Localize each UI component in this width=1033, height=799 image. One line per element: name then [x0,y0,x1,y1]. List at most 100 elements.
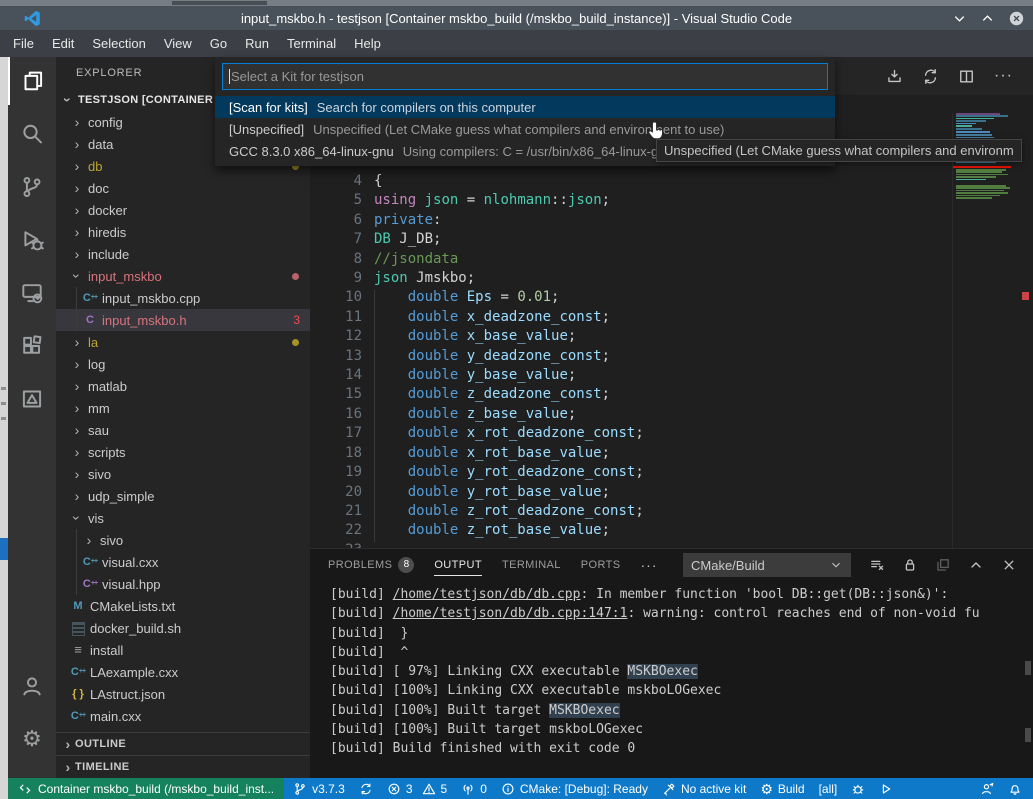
code-text: double y_rot_deadzone_const; [407,464,644,481]
tree-folder-include[interactable]: › include [56,243,310,265]
menu-run[interactable]: Run [236,30,278,57]
statusbar-git-branch-version[interactable]: v3.7.3 [286,778,352,799]
titlebar[interactable]: input_mskbo.h - testjson [Container mskb… [0,6,1033,30]
clear-output-icon[interactable] [869,557,885,573]
minimap[interactable] [952,113,1015,548]
tree-folder-mm[interactable]: › mm [56,397,310,419]
statusbar-cmake-status[interactable]: CMake: [Debug]: Ready [494,778,655,799]
tree-file-visual.hpp[interactable]: C++ visual.hpp [56,573,310,595]
minimap-error-line [953,166,1011,168]
activitybar-cmake[interactable] [8,375,56,423]
open-in-editor-icon[interactable] [935,557,951,573]
statusbar-ports-forwarded[interactable]: 0 [454,778,494,799]
lock-icon[interactable] [902,557,918,573]
tree-item-label: sivo [88,466,112,482]
tree-folder-matlab[interactable]: › matlab [56,375,310,397]
section-outline[interactable]: › OUTLINE [56,732,310,755]
statusbar-cmake-kit[interactable]: No active kit [655,778,753,799]
menu-go[interactable]: Go [201,30,236,57]
tree-item-label: udp_simple [88,488,155,504]
menu-help[interactable]: Help [345,30,390,57]
quickpick-item[interactable]: [Scan for kits] Search for compilers on t… [215,96,835,118]
tree-file-main.cxx[interactable]: C++ main.cxx [56,705,310,727]
minimap-line [956,169,1006,171]
tree-folder-sivo[interactable]: › sivo [56,463,310,485]
tab-problems[interactable]: PROBLEMS 8 [328,549,415,580]
panel-more-tabs[interactable]: ··· [641,549,658,580]
tree-file-LAstruct.json[interactable]: { } LAstruct.json [56,683,310,705]
statusbar-cmake-target[interactable]: [all] [812,778,845,799]
background-window-accent [0,538,8,560]
activitybar-explorer[interactable] [8,57,56,105]
statusbar-feedback[interactable] [973,778,1001,799]
menu-terminal[interactable]: Terminal [278,30,345,57]
minimize-button[interactable] [952,11,967,26]
tree-file-visual.cxx[interactable]: C++ visual.cxx [56,551,310,573]
statusbar-error-count[interactable]: 3 [380,778,415,799]
tree-file-CMakeLists.txt[interactable]: M CMakeLists.txt [56,595,310,617]
tab-ports[interactable]: PORTS [581,549,621,580]
tree-folder-docker[interactable]: › docker [56,199,310,221]
code-line: 16 double z_base_value; [310,405,950,424]
chevron-right-icon: › [74,180,80,196]
activitybar-remote-explorer[interactable] [8,269,56,317]
quickpick-input[interactable]: Select a Kit for testjson [222,63,828,90]
tree-file-input_mskbo.cpp[interactable]: C++ input_mskbo.cpp [56,287,310,309]
tree-folder-la[interactable]: › la [56,331,310,353]
statusbar-sync-changes[interactable] [352,778,380,799]
tree-item-label: log [88,356,106,372]
activitybar-search[interactable] [8,110,56,158]
tree-folder-sau[interactable]: › sau [56,419,310,441]
panel-scrollbar[interactable] [1025,661,1031,675]
panel-scrollbar[interactable] [1025,728,1031,742]
activitybar-settings[interactable]: ⚙ [8,715,56,763]
split-editor-icon[interactable] [958,68,975,85]
tab-output[interactable]: OUTPUT [434,549,482,580]
code-view[interactable]: 4{5 using json = nlohmann::json; 6 private:… [310,172,950,548]
download-icon[interactable] [886,68,903,85]
tree-file-LAexample.cxx[interactable]: C++ LAexample.cxx [56,661,310,683]
cpp-purple-file-icon: C++ [82,578,98,590]
menu-view[interactable]: View [155,30,201,57]
statusbar-notifications[interactable] [1001,778,1029,799]
tree-folder-hiredis[interactable]: › hiredis [56,221,310,243]
menu-edit[interactable]: Edit [43,30,83,57]
tree-folder-doc[interactable]: › doc [56,177,310,199]
menu-file[interactable]: File [4,30,43,57]
tree-file-install[interactable]: ≡ install [56,639,310,661]
gear-icon: ⚙ [760,780,773,797]
open-changes-icon[interactable] [922,68,939,85]
activitybar-run-debug[interactable] [8,216,56,264]
tree-file-docker_build.sh[interactable]: docker_build.sh [56,617,310,639]
code-text: json Jmskbo; [374,270,476,287]
activitybar-account[interactable] [8,662,56,710]
tab-terminal[interactable]: TERMINAL [502,549,561,580]
tree-folder-log[interactable]: › log [56,353,310,375]
tree-item-label: visual.hpp [102,576,161,592]
tree-folder-scripts[interactable]: › scripts [56,441,310,463]
quickpick-item[interactable]: [Unspecified] Unspecified (Let CMake gues… [215,118,835,140]
file-tree: › config › data › db › doc › docker › hiredis › inclu… [56,111,310,727]
chevron-up-icon[interactable] [968,557,984,573]
close-button[interactable] [1008,10,1025,27]
statusbar-warning-count[interactable]: 5 [415,778,455,799]
activitybar-extensions[interactable] [8,322,56,370]
statusbar-cmake-debug[interactable] [844,778,872,799]
tree-folder-vis[interactable]: › vis [56,507,310,529]
statusbar-cmake-build[interactable]: ⚙ Build [753,778,811,799]
activitybar-source-control[interactable] [8,163,56,211]
menu-selection[interactable]: Selection [83,30,154,57]
remote-indicator[interactable]: Container mskbo_build (/mskbo_build_inst… [8,778,285,799]
hover-tooltip: Unspecified (Let CMake guess what compil… [656,139,1022,162]
statusbar-cmake-run[interactable] [872,778,900,799]
close-icon[interactable] [1001,557,1017,573]
section-timeline[interactable]: › TIMELINE [56,755,310,778]
tree-file-input_mskbo.h[interactable]: Cinput_mskbo.h 3 [56,309,310,331]
more-icon[interactable]: ··· [994,67,1013,85]
build-output[interactable]: [build] /home/testjson/db/db.cpp: In mem… [330,585,1033,778]
tree-folder-sivo[interactable]: › sivo [56,529,310,551]
tree-folder-input_mskbo[interactable]: › input_mskbo [56,265,310,287]
tree-folder-udp_simple[interactable]: › udp_simple [56,485,310,507]
output-channel-select[interactable]: CMake/Build [683,553,851,577]
maximize-button[interactable] [980,11,995,26]
